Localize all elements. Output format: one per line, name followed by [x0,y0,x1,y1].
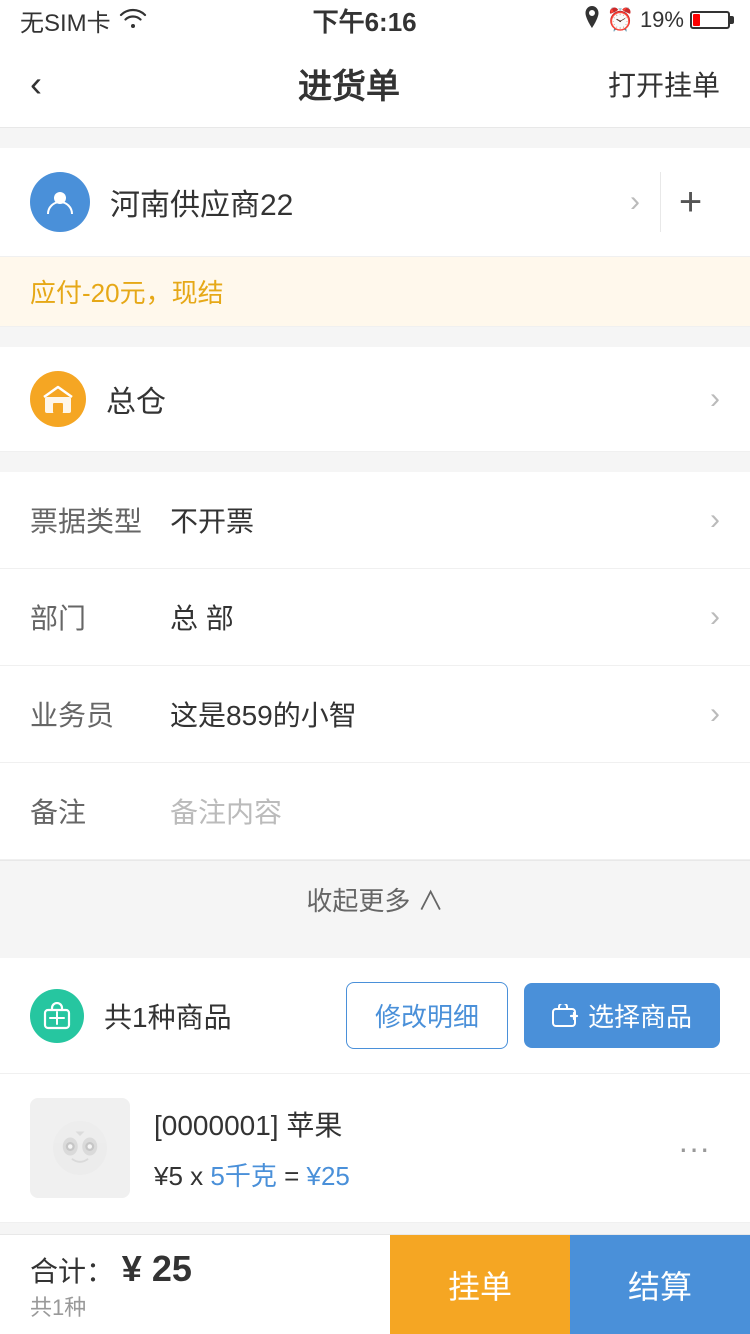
total-count: 共1种 [30,1290,360,1322]
product-thumbnail [30,1098,130,1198]
supplier-name: 河南供应商22 [110,180,630,224]
product-info: [0000001] 苹果 ¥5 x 5千克 = ¥25 [154,1104,668,1193]
chevron-right-icon: › [630,185,640,219]
divider-product [0,938,750,958]
supplier-avatar [30,172,90,232]
sales-rep-row[interactable]: 业务员 这是859的小智 › [0,666,750,763]
product-quantity: 5千克 [210,1161,276,1191]
warehouse-icon [30,371,86,427]
chevron-right-invoice-icon: › [710,503,720,537]
status-bar: 无SIM卡 下午6:16 ⏰ 19% [0,0,750,40]
product-id: [0000001] [154,1110,279,1141]
status-right: ⏰ 19% [583,6,730,34]
chevron-right-warehouse-icon: › [710,382,720,416]
invoice-type-row[interactable]: 票据类型 不开票 › [0,472,750,569]
warehouse-name: 总仓 [106,377,710,421]
remark-placeholder[interactable]: 备注内容 [160,791,720,831]
sales-rep-value: 这是859的小智 [160,694,710,734]
product-equals: = [284,1161,306,1191]
status-left: 无SIM卡 [20,3,147,38]
payment-notice: 应付-20元，现结 [0,257,750,327]
product-count-icon [30,989,84,1043]
divider-top [0,128,750,148]
supplier-section: 河南供应商22 › + 应付-20元，现结 [0,148,750,327]
remark-row[interactable]: 备注 备注内容 [0,763,750,860]
department-label: 部门 [30,597,160,637]
total-amount: ¥ 25 [122,1248,192,1289]
select-product-label: 选择商品 [588,997,692,1034]
invoice-type-label: 票据类型 [30,500,160,540]
total-row: 合计： ¥ 25 [30,1248,360,1290]
supplier-row[interactable]: 河南供应商22 › + [0,148,750,257]
product-title: 苹果 [286,1110,342,1141]
remark-label: 备注 [30,791,160,831]
select-product-button[interactable]: 选择商品 [524,983,720,1048]
edit-detail-button[interactable]: 修改明细 [346,982,508,1049]
product-name: [0000001] 苹果 [154,1104,668,1144]
hang-button[interactable]: 挂单 [390,1235,570,1334]
checkout-button[interactable]: 结算 [570,1235,750,1334]
divider-form [0,452,750,472]
invoice-type-value: 不开票 [160,500,710,540]
chevron-right-department-icon: › [710,600,720,634]
warehouse-section: 总仓 › [0,347,750,452]
battery-text: 19% [640,7,684,33]
product-multiply: x [190,1161,210,1191]
product-total: ¥25 [307,1161,350,1191]
battery-icon [690,11,730,29]
product-count-text: 共1种商品 [104,996,346,1036]
product-price: ¥5 x 5千克 = ¥25 [154,1156,668,1193]
sales-rep-label: 业务员 [30,694,160,734]
warehouse-row[interactable]: 总仓 › [0,347,750,452]
product-item: [0000001] 苹果 ¥5 x 5千克 = ¥25 ··· [0,1074,750,1223]
open-hang-button[interactable]: 打开挂单 [608,64,720,104]
product-more-button[interactable]: ··· [668,1120,720,1177]
product-section: 共1种商品 修改明细 选择商品 [0,958,750,1223]
product-unit-price: ¥5 [154,1161,183,1191]
wifi-icon [119,6,147,35]
carrier-text: 无SIM卡 [20,3,111,38]
total-label: 合计： [30,1256,114,1287]
nav-bar: ‹ 进货单 打开挂单 [0,40,750,128]
back-button[interactable]: ‹ [30,63,90,105]
product-header: 共1种商品 修改明细 选择商品 [0,958,750,1074]
department-row[interactable]: 部门 总 部 › [0,569,750,666]
chevron-right-sales-icon: › [710,697,720,731]
form-section: 票据类型 不开票 › 部门 总 部 › 业务员 这是859的小智 › 备注 备注… [0,472,750,860]
bottom-bar: 合计： ¥ 25 共1种 挂单 结算 [0,1234,750,1334]
divider-warehouse [0,327,750,347]
department-value: 总 部 [160,597,710,637]
location-icon [583,6,601,34]
status-time: 下午6:16 [313,2,417,39]
alarm-icon: ⏰ [607,7,634,33]
total-section: 合计： ¥ 25 共1种 [0,1248,390,1322]
collapse-bar[interactable]: 收起更多 ∧ [0,860,750,938]
page-title: 进货单 [298,59,400,108]
add-supplier-button[interactable]: + [660,172,720,232]
